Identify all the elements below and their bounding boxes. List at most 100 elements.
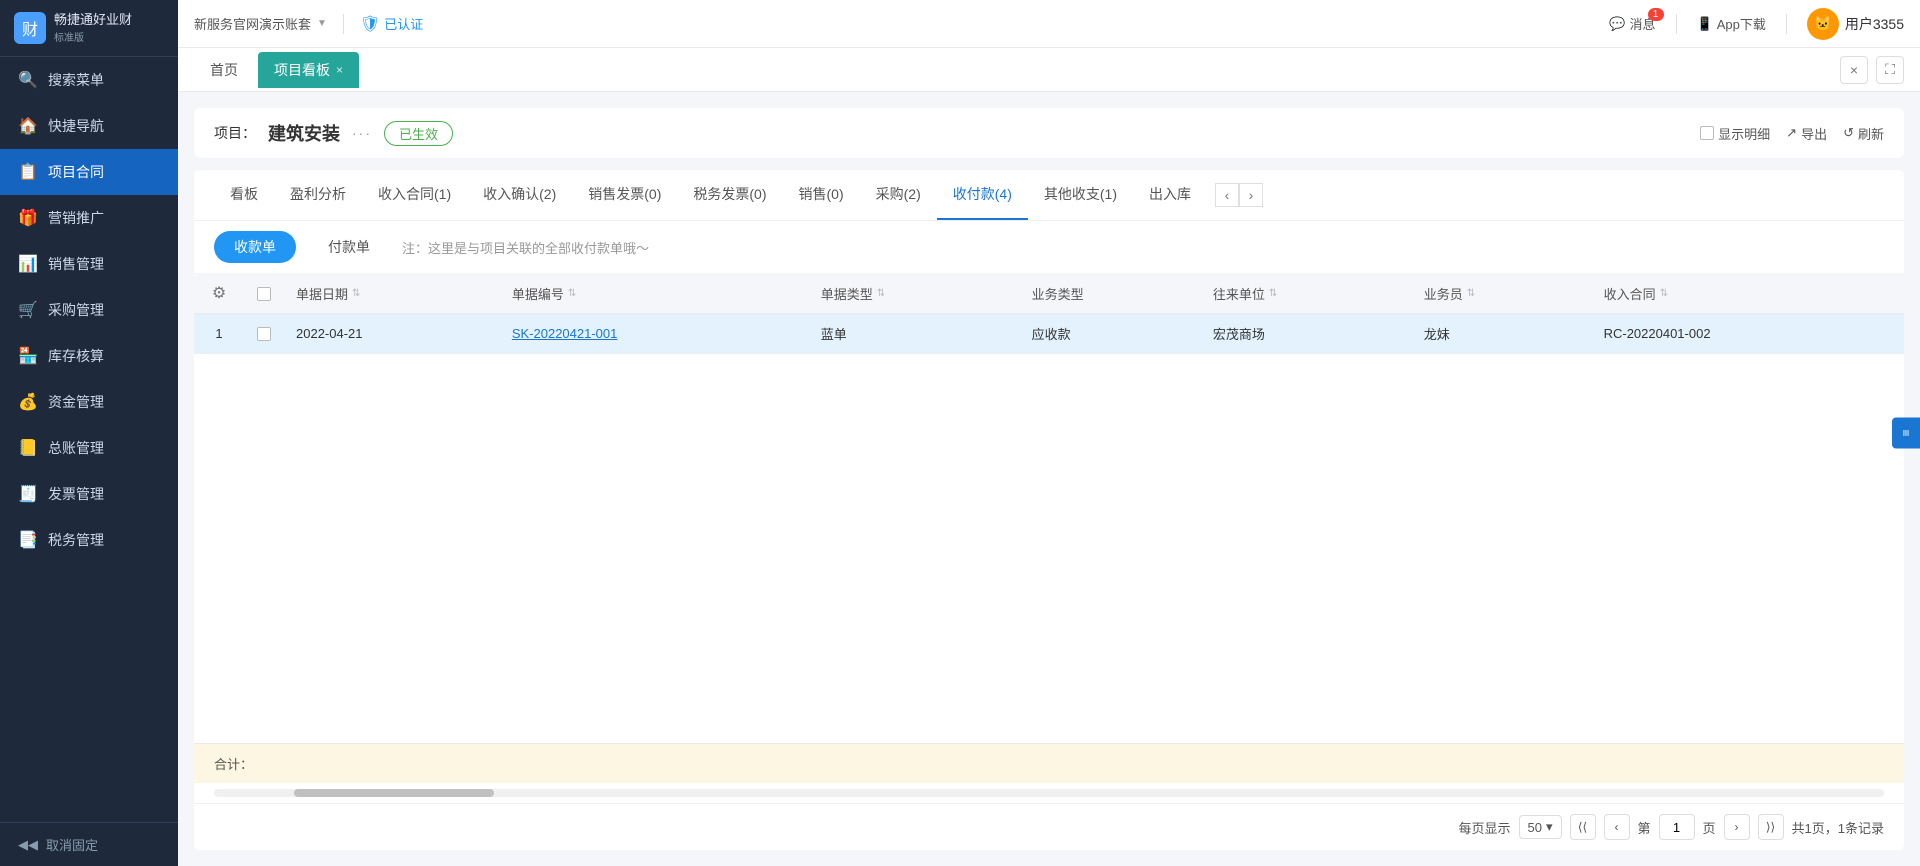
- table-row[interactable]: 1 2022-04-21 SK-20220421-001: [194, 314, 1904, 354]
- pagination: 每页显示 50 ▾ ⟨⟨ ‹ 第 页 › ⟩⟩ 共1页，1条记录: [194, 803, 1904, 850]
- sidebar-item-label: 销售管理: [48, 254, 104, 274]
- sidebar-item-search[interactable]: 🔍 搜索菜单: [0, 57, 178, 103]
- sort-icon[interactable]: ⇅: [568, 288, 576, 299]
- inner-tabs: 收款单 付款单 注：这里是与项目关联的全部收付款单哦～: [194, 220, 1904, 273]
- sub-tab-warehouse[interactable]: 出入库: [1133, 170, 1207, 220]
- sort-icon[interactable]: ⇅: [1660, 288, 1668, 299]
- inventory-icon: 🏪: [18, 346, 38, 366]
- refresh-label: 刷新: [1858, 124, 1884, 143]
- select-all-checkbox[interactable]: [257, 287, 271, 301]
- export-button[interactable]: ↗ 导出: [1786, 124, 1827, 143]
- page-size-text: 每页显示: [1458, 818, 1510, 837]
- shield-icon: 🛡: [360, 14, 380, 34]
- sub-tab-income-confirm[interactable]: 收入确认(2): [467, 170, 572, 220]
- next-page-button[interactable]: ›: [1724, 814, 1750, 840]
- project-more-button[interactable]: ···: [352, 125, 372, 141]
- logo-sub: 标准版: [54, 29, 132, 44]
- sidebar-item-invoice[interactable]: 🧾 发票管理: [0, 471, 178, 517]
- sidebar-item-marketing[interactable]: 🎁 营销推广: [0, 195, 178, 241]
- receipt-tab[interactable]: 收款单: [214, 231, 296, 263]
- refresh-button[interactable]: ↺ 刷新: [1843, 124, 1884, 143]
- row-index: 1: [194, 314, 244, 354]
- project-label: 项目：: [214, 123, 256, 143]
- last-page-button[interactable]: ⟩⟩: [1758, 814, 1784, 840]
- content-area: 项目： 建筑安装 ··· 已生效 显示明细 ↗ 导出 ↺ 刷新: [178, 92, 1920, 866]
- column-salesman-label: 业务员: [1424, 284, 1463, 303]
- payment-tab[interactable]: 付款单: [308, 231, 390, 263]
- sub-tab-sales[interactable]: 销售(0): [783, 170, 860, 220]
- tab-project-board[interactable]: 项目看板 ×: [258, 52, 359, 88]
- show-detail-label: 显示明细: [1718, 124, 1770, 143]
- project-icon: 📋: [18, 162, 38, 182]
- right-panel-toggle[interactable]: ≡: [1892, 417, 1920, 448]
- sub-tab-tax-invoice[interactable]: 税务发票(0): [677, 170, 782, 220]
- user-menu[interactable]: 🐱 用户3355: [1807, 8, 1904, 40]
- sidebar-item-label: 税务管理: [48, 530, 104, 550]
- invoice-icon: 🧾: [18, 484, 38, 504]
- column-settings-icon[interactable]: ⚙: [212, 285, 226, 302]
- row-biz-type: 应收款: [1020, 314, 1201, 354]
- row-checkbox[interactable]: [244, 314, 284, 354]
- topbar: 新服务官网演示账套 ▼ 🛡 已认证 💬 消息 1 📱 App下载 🐱 用户335…: [178, 0, 1920, 48]
- tab-home[interactable]: 首页: [194, 52, 254, 88]
- sort-icon[interactable]: ⇅: [1467, 288, 1475, 299]
- sidebar-item-label: 搜索菜单: [48, 70, 104, 90]
- page-number-input[interactable]: [1659, 814, 1695, 840]
- scrollbar-track[interactable]: [214, 789, 1884, 797]
- message-badge: 1: [1648, 8, 1664, 21]
- horizontal-scrollbar[interactable]: [194, 783, 1904, 803]
- account-selector[interactable]: 新服务官网演示账套 ▼: [194, 14, 327, 33]
- column-biz-type: 业务类型: [1020, 273, 1201, 314]
- scrollbar-thumb[interactable]: [294, 789, 494, 797]
- home-tab-label: 首页: [210, 60, 238, 80]
- sub-tab-sales-invoice[interactable]: 销售发票(0): [572, 170, 677, 220]
- avatar: 🐱: [1807, 8, 1839, 40]
- right-panel-icon: ≡: [1899, 429, 1913, 436]
- sidebar-item-purchase[interactable]: 🛒 采购管理: [0, 287, 178, 333]
- checkbox-icon[interactable]: [1700, 126, 1714, 140]
- sub-tab-kanban[interactable]: 看板: [214, 170, 274, 220]
- sidebar-item-sales[interactable]: 📊 销售管理: [0, 241, 178, 287]
- row-number[interactable]: SK-20220421-001: [500, 314, 809, 354]
- sort-icon[interactable]: ⇅: [352, 288, 360, 299]
- sidebar-item-label: 资金管理: [48, 392, 104, 412]
- sub-tab-purchase[interactable]: 采购(2): [860, 170, 937, 220]
- maximize-button[interactable]: ⛶: [1876, 56, 1904, 84]
- sidebar-item-project[interactable]: 📋 项目合同: [0, 149, 178, 195]
- sidebar-item-ledger[interactable]: 📒 总账管理: [0, 425, 178, 471]
- sidebar-item-inventory[interactable]: 🏪 库存核算: [0, 333, 178, 379]
- column-biz-type-label: 业务类型: [1032, 287, 1084, 302]
- close-window-button[interactable]: ×: [1840, 56, 1868, 84]
- page-size-selector[interactable]: 50 ▾: [1519, 815, 1562, 839]
- first-page-button[interactable]: ⟨⟨: [1570, 814, 1596, 840]
- message-icon: 💬: [1609, 16, 1625, 32]
- sub-tab-next-button[interactable]: ›: [1239, 183, 1263, 207]
- sidebar-item-finance[interactable]: 💰 资金管理: [0, 379, 178, 425]
- gift-icon: 🎁: [18, 208, 38, 228]
- show-detail-checkbox[interactable]: 显示明细: [1700, 124, 1770, 143]
- message-button[interactable]: 💬 消息 1: [1609, 14, 1655, 33]
- divider: [1676, 14, 1677, 34]
- sub-tab-other-expense[interactable]: 其他收支(1): [1028, 170, 1133, 220]
- sub-tab-income-contract[interactable]: 收入合同(1): [362, 170, 467, 220]
- sub-tab-prev-button[interactable]: ‹: [1215, 183, 1239, 207]
- page-word-first: 第: [1638, 818, 1651, 837]
- app-download-button[interactable]: 📱 App下载: [1697, 14, 1766, 33]
- page-size-value: 50: [1528, 820, 1542, 835]
- sub-tab-profit[interactable]: 盈利分析: [274, 170, 362, 220]
- project-header: 项目： 建筑安装 ··· 已生效 显示明细 ↗ 导出 ↺ 刷新: [194, 108, 1904, 158]
- row-date: 2022-04-21: [284, 314, 500, 354]
- sort-icon[interactable]: ⇅: [877, 288, 885, 299]
- row-partner: 宏茂商场: [1201, 314, 1412, 354]
- tab-close-icon[interactable]: ×: [336, 63, 343, 77]
- prev-page-button[interactable]: ‹: [1604, 814, 1630, 840]
- inner-tab-note: 注：这里是与项目关联的全部收付款单哦～: [402, 238, 649, 257]
- sub-tab-receipt[interactable]: 收付款(4): [937, 170, 1028, 220]
- sidebar-item-tax[interactable]: 📑 税务管理: [0, 517, 178, 563]
- column-income-contract-label: 收入合同: [1604, 284, 1656, 303]
- maximize-icon: ⛶: [1885, 61, 1895, 78]
- sidebar-item-quicknav[interactable]: 🏠 快捷导航: [0, 103, 178, 149]
- unpin-button[interactable]: ◀◀ 取消固定: [0, 822, 178, 866]
- column-partner-label: 往来单位: [1213, 284, 1265, 303]
- sort-icon[interactable]: ⇅: [1269, 288, 1277, 299]
